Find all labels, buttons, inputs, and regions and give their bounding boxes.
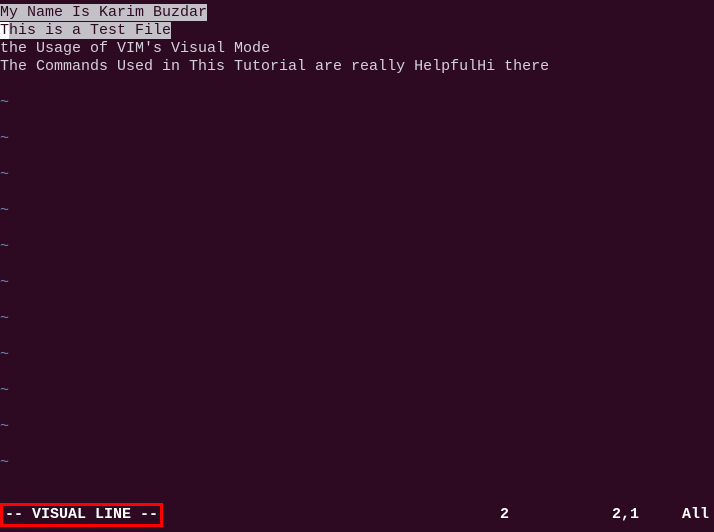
empty-line	[0, 400, 714, 418]
empty-line	[0, 220, 714, 238]
empty-line	[0, 112, 714, 130]
status-bar: -- VISUAL LINE -- 2 2,1 All	[0, 504, 714, 526]
empty-line	[0, 292, 714, 310]
ruler-position: 2,1	[612, 506, 639, 524]
editor-text-area[interactable]: My Name Is Karim Buzdar This is a Test F…	[0, 0, 714, 490]
text-line-1: My Name Is Karim Buzdar	[0, 4, 714, 22]
tilde-line: ~	[0, 454, 714, 472]
text-line-2: This is a Test File	[0, 22, 714, 40]
empty-line	[0, 148, 714, 166]
empty-line	[0, 364, 714, 382]
empty-line	[0, 184, 714, 202]
empty-line	[0, 256, 714, 274]
text-line-4: The Commands Used in This Tutorial are r…	[0, 58, 714, 76]
tilde-line: ~	[0, 274, 714, 292]
tilde-line: ~	[0, 202, 714, 220]
tilde-line: ~	[0, 238, 714, 256]
tilde-line: ~	[0, 382, 714, 400]
selected-text: My Name Is Karim Buzdar	[0, 4, 207, 21]
text-line-3: the Usage of VIM's Visual Mode	[0, 40, 714, 58]
empty-line	[0, 436, 714, 454]
empty-line	[0, 76, 714, 94]
ruler-line-count: 2	[500, 506, 509, 524]
tilde-line: ~	[0, 346, 714, 364]
tilde-line: ~	[0, 94, 714, 112]
tilde-line: ~	[0, 310, 714, 328]
tilde-line: ~	[0, 418, 714, 436]
selected-text: his is a Test File	[9, 22, 171, 39]
cursor-char: T	[0, 22, 9, 39]
empty-line	[0, 328, 714, 346]
tilde-line: ~	[0, 130, 714, 148]
ruler-scroll: All	[682, 506, 709, 524]
tilde-line: ~	[0, 166, 714, 184]
empty-line	[0, 472, 714, 490]
mode-indicator: -- VISUAL LINE --	[0, 503, 163, 527]
